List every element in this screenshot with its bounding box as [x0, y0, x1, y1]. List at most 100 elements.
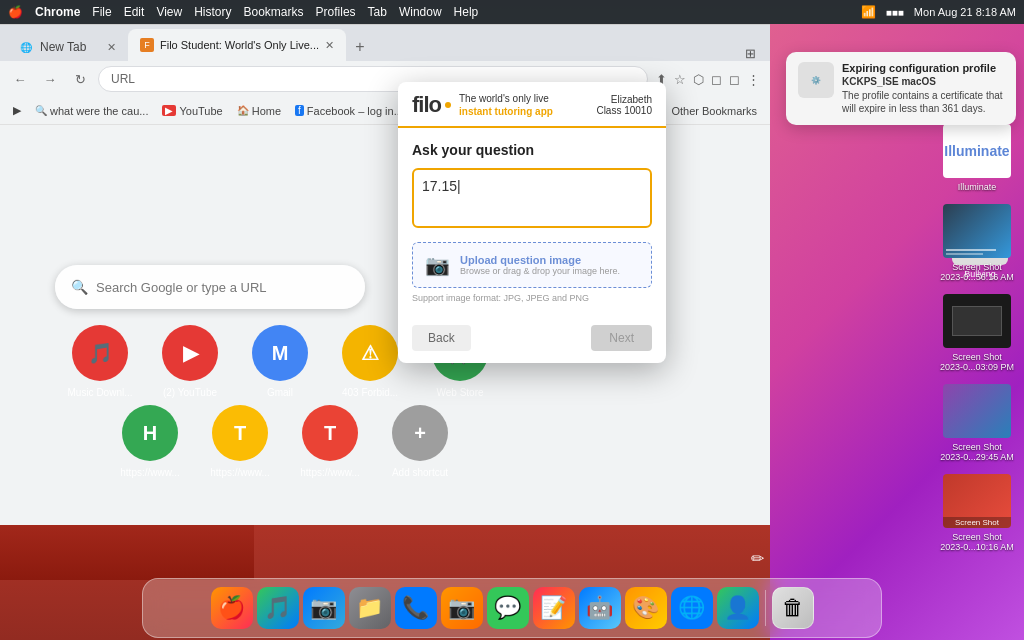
shortcut-gmail[interactable]: M Gmail [245, 325, 315, 398]
dock-phone[interactable]: 📞 [395, 587, 437, 629]
extension3-icon[interactable]: ◻ [727, 70, 742, 89]
add-shortcut-label: Add shortcut [385, 467, 455, 478]
new-tab-button[interactable]: + [346, 33, 374, 61]
menubar-wifi: 📶 [861, 5, 876, 19]
bookmark-facebook-label: Facebook – log in... [307, 105, 403, 117]
apple-menu[interactable]: 🍎 [8, 5, 23, 19]
menu-edit[interactable]: Edit [124, 5, 145, 19]
menu-file[interactable]: File [92, 5, 111, 19]
desktop-icons: Illuminate Illuminate Screen Shot2023-0.… [940, 124, 1014, 552]
bookmark-youtube[interactable]: ▶ YouTube [157, 103, 227, 119]
shortcut-youtube[interactable]: ▶ (2) YouTube [155, 325, 225, 398]
filo-tab-close[interactable]: ✕ [325, 39, 334, 52]
tab-search-icon[interactable]: ⊞ [745, 46, 756, 61]
dock-contacts[interactable]: 👤 [717, 587, 759, 629]
menu-profiles[interactable]: Profiles [316, 5, 356, 19]
bookmark-facebook[interactable]: f Facebook – log in... [290, 103, 408, 119]
menu-chrome[interactable]: Chrome [35, 5, 80, 19]
tab-filo[interactable]: F Filo Student: World's Only Live... ✕ [128, 29, 346, 61]
shortcut-t2[interactable]: T https://www... [295, 405, 365, 478]
dock-photos[interactable]: 📷 [303, 587, 345, 629]
dock-music[interactable]: 🎵 [257, 587, 299, 629]
menu-help[interactable]: Help [454, 5, 479, 19]
forward-button[interactable]: → [38, 67, 62, 91]
menu-view[interactable]: View [156, 5, 182, 19]
dock-finder[interactable]: 🍎 [211, 587, 253, 629]
ss4-label: Screen Shot2023-0...10:16 AM [940, 532, 1014, 552]
dock-files[interactable]: 📁 [349, 587, 391, 629]
newtab-close[interactable]: ✕ [107, 41, 116, 54]
shortcut-t2-icon: T [302, 405, 358, 461]
add-shortcut[interactable]: + Add shortcut [385, 405, 455, 478]
filo-username: Elizabeth [596, 94, 652, 105]
bookmark-icon[interactable]: ☆ [672, 70, 688, 89]
reload-button[interactable]: ↻ [68, 67, 92, 91]
dock-trash[interactable]: 🗑 [772, 587, 814, 629]
dock-messages[interactable]: 💬 [487, 587, 529, 629]
filo-user-info: Elizabeth Class 10010 [596, 94, 652, 116]
support-text: Support image format: JPG, JPEG and PNG [412, 293, 652, 303]
shortcut-gmail-label: Gmail [245, 387, 315, 398]
back-button-filo[interactable]: Back [412, 325, 471, 351]
shortcut-t1-label: https://www... [205, 467, 275, 478]
search-placeholder: Search Google or type a URL [96, 280, 267, 295]
desktop-icon-ss4[interactable]: Screen Shot Screen Shot2023-0...10:16 AM [940, 474, 1014, 552]
menu-tab[interactable]: Tab [368, 5, 387, 19]
notif-text: The profile contains a certificate that … [842, 89, 1004, 115]
shortcut-h[interactable]: H https://www... [115, 405, 185, 478]
bookmark-search[interactable]: 🔍 what were the cau... [30, 103, 153, 119]
gmail-icon: M [252, 325, 308, 381]
menu-window[interactable]: Window [399, 5, 442, 19]
upload-icon: 📷 [425, 253, 450, 277]
desktop-icon-ss2[interactable]: Screen Shot2023-0...03:09 PM [940, 294, 1014, 372]
bookmark-home[interactable]: 🏠 Home [232, 103, 286, 119]
menu-history[interactable]: History [194, 5, 231, 19]
dock-ai[interactable]: 🤖 [579, 587, 621, 629]
shortcut-h-label: https://www... [115, 467, 185, 478]
tab-newtab[interactable]: 🌐 New Tab ✕ [8, 33, 128, 61]
dock-notes[interactable]: 📝 [533, 587, 575, 629]
shortcut-music-label: Music Downl... [65, 387, 135, 398]
desktop-icon-ss1[interactable]: Screen Shot2023-0...56:16 AM [940, 204, 1014, 282]
menu-bookmarks[interactable]: Bookmarks [244, 5, 304, 19]
ss3-label: Screen Shot2023-0...29:45 AM [940, 442, 1014, 462]
shortcut-t1[interactable]: T https://www... [205, 405, 275, 478]
search-icon: 🔍 [35, 105, 47, 116]
bookmark-other[interactable]: Other Bookmarks [666, 103, 762, 119]
filo-tagline-block: The world's only live instant tutoring a… [459, 92, 596, 118]
shortcut-webstore-label: Web Store [425, 387, 495, 398]
dock-art[interactable]: 🎨 [625, 587, 667, 629]
desktop-icon-ss3[interactable]: Screen Shot2023-0...29:45 AM [940, 384, 1014, 462]
dock-safari[interactable]: 🌐 [671, 587, 713, 629]
next-button-filo[interactable]: Next [591, 325, 652, 351]
filo-tagline-line2: instant tutoring app [459, 106, 553, 117]
filo-footer: Back Next [398, 317, 666, 363]
pencil-icon[interactable]: ✏ [751, 549, 764, 568]
shortcut-music[interactable]: 🎵 Music Downl... [65, 325, 135, 398]
desktop-icon-illuminate[interactable]: Illuminate Illuminate [943, 124, 1011, 192]
upload-area[interactable]: 📷 Upload question image Browse or drag &… [412, 242, 652, 288]
menubar: 🍎 Chrome File Edit View History Bookmark… [0, 0, 1024, 24]
filo-ask-title: Ask your question [412, 142, 652, 158]
filo-body: Ask your question 17.15| 📷 Upload questi… [398, 128, 666, 317]
notif-subtitle: KCKPS_ISE macOS [842, 76, 1004, 87]
back-button[interactable]: ← [8, 67, 32, 91]
filo-tagline-line1: The world's only live [459, 93, 549, 104]
extension-icon[interactable]: ⬡ [691, 70, 706, 89]
shortcut-t2-label: https://www... [295, 467, 365, 478]
shortcut-403[interactable]: ⚠ 403 Forbid... [335, 325, 405, 398]
screenshot-thumb-3 [943, 384, 1011, 438]
google-search-bar[interactable]: 🔍 Search Google or type a URL [55, 265, 365, 309]
menubar-battery: ■■■ [886, 7, 904, 18]
filo-modal: filo The world's only live instant tutor… [398, 82, 666, 363]
menu-icon[interactable]: ⋮ [745, 70, 762, 89]
filo-logo-text: filo [412, 92, 441, 118]
question-input[interactable]: 17.15| [412, 168, 652, 228]
extension2-icon[interactable]: ◻ [709, 70, 724, 89]
notification-popup: ⚙️ Expiring configuration profile KCKPS_… [786, 52, 1016, 125]
newtab-favicon: 🌐 [20, 42, 32, 53]
shortcut-h-icon: H [122, 405, 178, 461]
notif-title: Expiring configuration profile [842, 62, 1004, 74]
bookmark-youtube-icon[interactable]: ▶ [8, 102, 26, 119]
dock-cam[interactable]: 📷 [441, 587, 483, 629]
